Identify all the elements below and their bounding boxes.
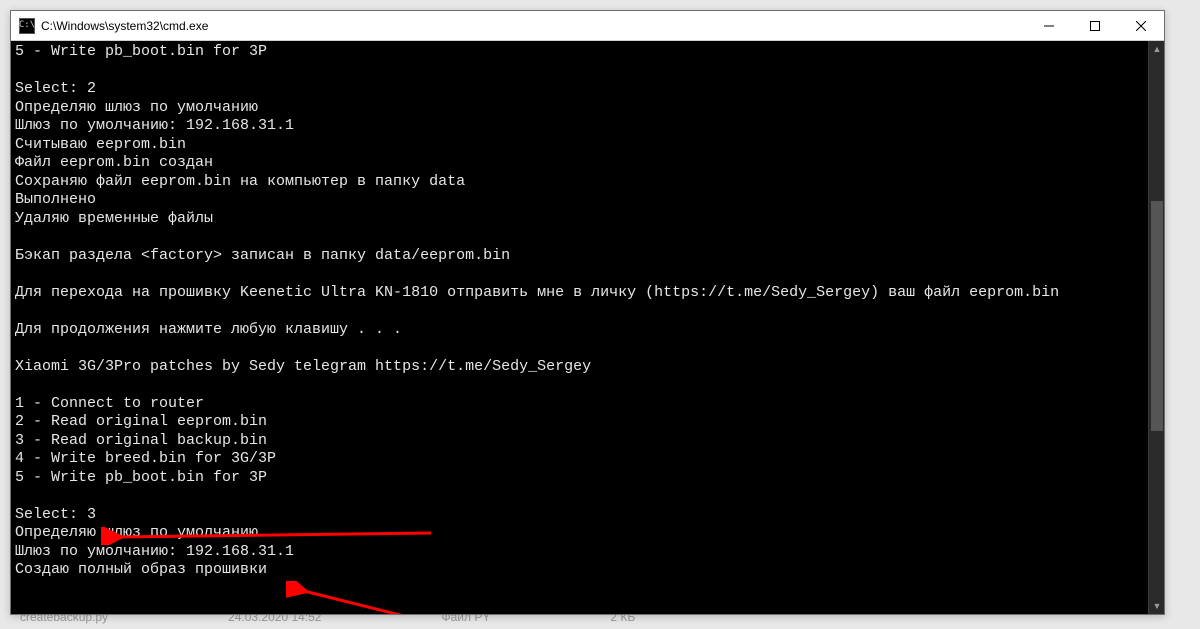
- cmd-window: C:\ C:\Windows\system32\cmd.exe 5 - Writ…: [10, 10, 1165, 615]
- titlebar[interactable]: C:\ C:\Windows\system32\cmd.exe: [11, 11, 1164, 41]
- scroll-thumb[interactable]: [1151, 201, 1163, 431]
- scroll-up-arrow[interactable]: ▲: [1149, 41, 1164, 57]
- vertical-scrollbar[interactable]: ▲ ▼: [1148, 41, 1164, 614]
- scroll-down-arrow[interactable]: ▼: [1149, 598, 1164, 614]
- close-button[interactable]: [1118, 11, 1164, 41]
- console-area: 5 - Write pb_boot.bin for 3P Select: 2 О…: [11, 41, 1164, 614]
- console-output[interactable]: 5 - Write pb_boot.bin for 3P Select: 2 О…: [11, 41, 1148, 614]
- maximize-button[interactable]: [1072, 11, 1118, 41]
- window-title: C:\Windows\system32\cmd.exe: [41, 19, 1026, 33]
- cmd-icon: C:\: [19, 18, 35, 34]
- minimize-button[interactable]: [1026, 11, 1072, 41]
